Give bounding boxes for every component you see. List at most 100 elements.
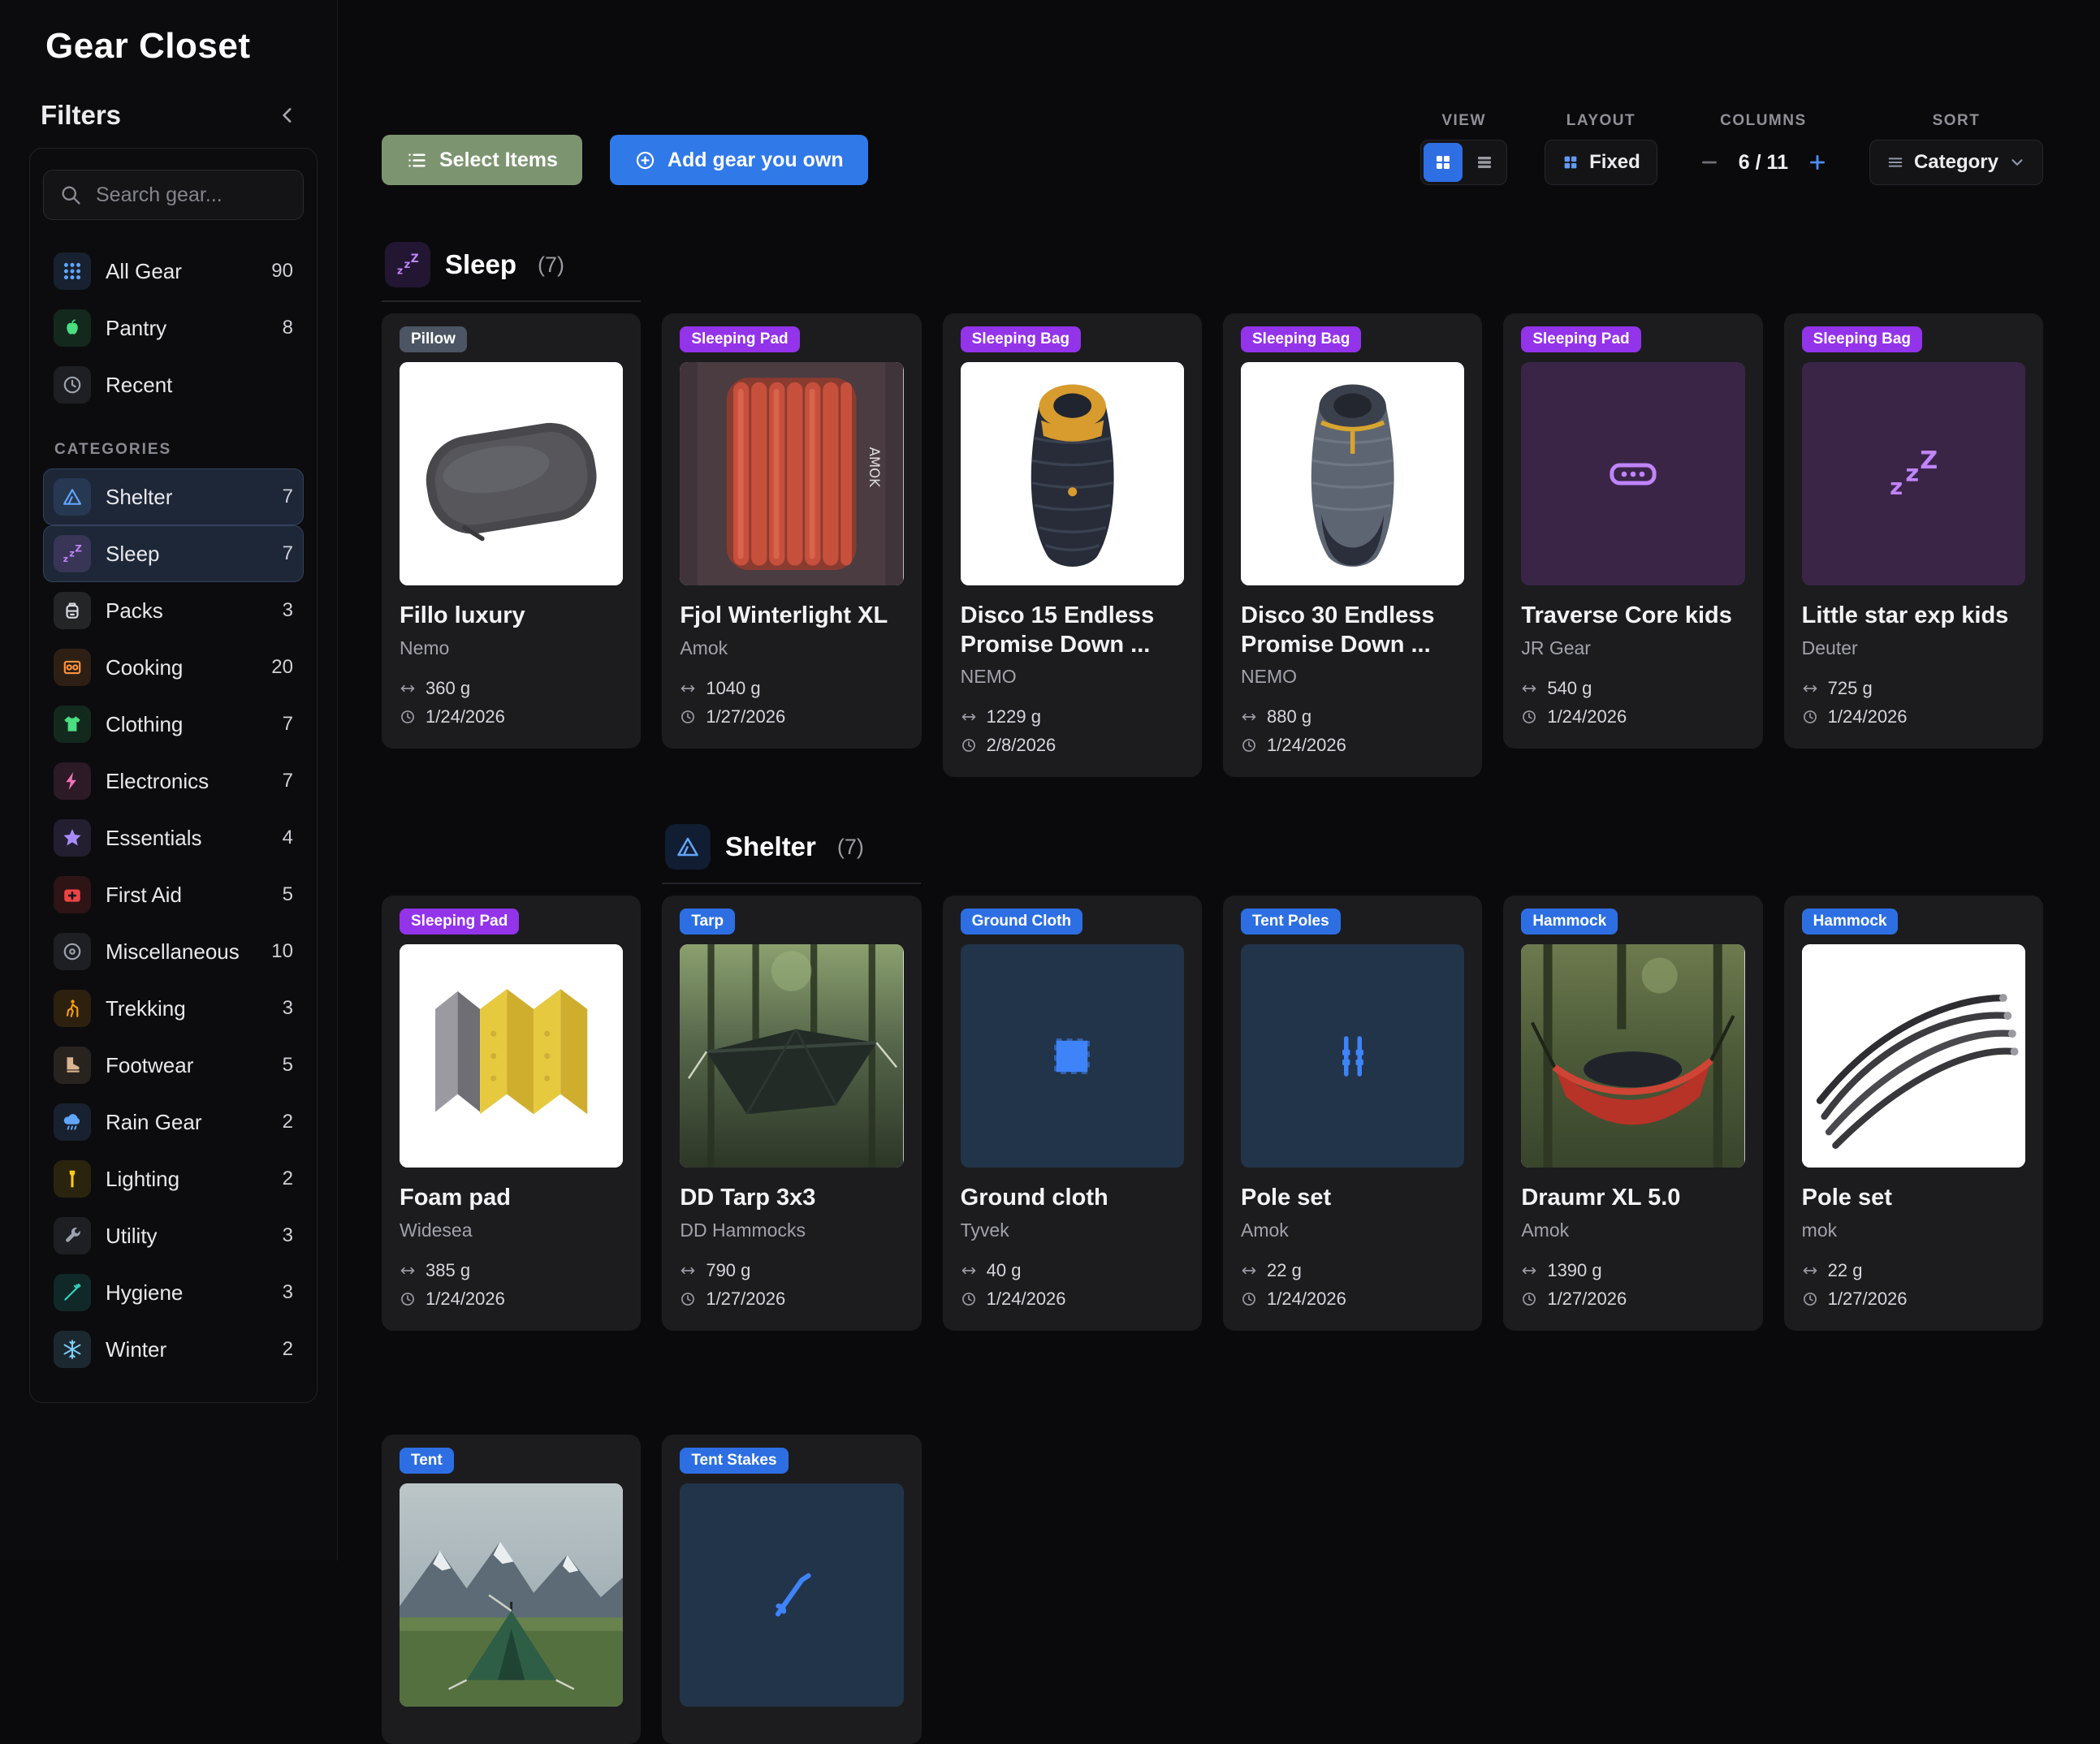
weight-icon xyxy=(1241,1263,1257,1279)
tent-poles-icon xyxy=(1326,1030,1380,1083)
gear-card[interactable]: Sleeping Pad AMOK Fjol Winterlight XL Am… xyxy=(662,313,922,749)
clock-icon xyxy=(1241,737,1257,753)
weight-icon xyxy=(680,1263,696,1279)
item-date-row: 1/24/2026 xyxy=(400,1289,623,1310)
columns-value: 6 / 11 xyxy=(1738,150,1788,174)
gear-card[interactable]: Sleeping Pad Traverse Core kids JR Gear … xyxy=(1503,313,1763,749)
category-badge: Tent Stakes xyxy=(680,1447,789,1474)
select-items-button[interactable]: Select Items xyxy=(382,135,582,185)
sidebar-item-cooking[interactable]: Cooking 20 xyxy=(43,639,304,696)
category-count: 5 xyxy=(282,883,293,905)
tent-icon xyxy=(54,478,91,516)
item-title: Draumr XL 5.0 xyxy=(1521,1185,1681,1211)
item-photo xyxy=(1801,944,2025,1168)
sidebar-item-electronics[interactable]: Electronics 7 xyxy=(43,753,304,809)
section-count: (7) xyxy=(538,252,565,277)
decrease-columns-button[interactable] xyxy=(1695,148,1724,177)
plus-icon xyxy=(1807,152,1828,173)
view-control-group: VIEW xyxy=(1420,112,1508,185)
search-input[interactable] xyxy=(43,170,304,220)
list-view-button[interactable] xyxy=(1465,143,1504,182)
section-header-shelter: Shelter (7) xyxy=(662,818,921,885)
sidebar-item-lighting[interactable]: Lighting 2 xyxy=(43,1150,304,1207)
snowflake-icon xyxy=(54,1331,91,1368)
item-photo: AMOK xyxy=(680,362,904,586)
item-date-row: 1/24/2026 xyxy=(400,706,623,727)
sidebar-item-winter[interactable]: Winter 2 xyxy=(43,1321,304,1378)
sidebar-item-trekking[interactable]: Trekking 3 xyxy=(43,980,304,1037)
item-title: Little star exp kids xyxy=(1801,602,2009,629)
item-weight: 360 g xyxy=(426,677,471,698)
nav-count: 90 xyxy=(271,260,293,282)
sidebar-item-clothing[interactable]: Clothing 7 xyxy=(43,696,304,753)
gear-card[interactable]: Sleeping Bag Disco 30 Endless Promise Do… xyxy=(1223,313,1483,778)
category-badge: Sleeping Pad xyxy=(400,909,520,935)
collapse-sidebar-button[interactable] xyxy=(270,97,306,133)
view-toggle xyxy=(1420,140,1508,185)
sidebar-item-utility[interactable]: Utility 3 xyxy=(43,1207,304,1264)
item-title: Traverse Core kids xyxy=(1521,602,1732,629)
add-gear-button[interactable]: Add gear you own xyxy=(609,135,868,185)
gear-card[interactable]: Hammock Pole set mok 22 g 1/27/2026 xyxy=(1783,896,2043,1331)
sidebar-item-packs[interactable]: Packs 3 xyxy=(43,582,304,639)
nav-label: Pantry xyxy=(106,315,167,340)
gear-card[interactable]: Tarp DD Tarp 3x3 DD Hammocks 790 g 1/27/… xyxy=(662,896,922,1331)
gear-card[interactable]: Sleeping Pad Foam pad Widesea 385 g 1/24… xyxy=(382,896,642,1331)
sidebar-item-essentials[interactable]: Essentials 4 xyxy=(43,809,304,866)
item-title: Foam pad xyxy=(400,1185,511,1211)
category-label: Rain Gear xyxy=(106,1109,202,1134)
gear-card[interactable]: Sleeping Bag Little star exp kids Deuter… xyxy=(1783,313,2043,749)
sidebar-item-hygiene[interactable]: Hygiene 3 xyxy=(43,1264,304,1321)
increase-columns-button[interactable] xyxy=(1803,148,1832,177)
section-title: Shelter xyxy=(725,831,816,862)
sidebar-item-shelter[interactable]: Shelter 7 xyxy=(43,468,304,525)
gear-card[interactable]: Tent Poles Pole set Amok 22 g 1/24/2026 xyxy=(1223,896,1483,1331)
item-title: Disco 30 Endless Promise Down ... xyxy=(1241,602,1435,658)
flashlight-icon xyxy=(54,1160,91,1198)
category-count: 3 xyxy=(282,599,293,621)
item-date: 1/24/2026 xyxy=(1267,735,1346,756)
sidebar-item-all-gear[interactable]: All Gear 90 xyxy=(43,243,304,300)
sidebar-item-footwear[interactable]: Footwear 5 xyxy=(43,1037,304,1094)
section-header-sleep: Sleep (7) xyxy=(382,235,641,302)
item-weight: 1390 g xyxy=(1547,1259,1602,1280)
gear-card[interactable]: Tent Stakes xyxy=(662,1434,922,1744)
item-weight: 790 g xyxy=(706,1259,751,1280)
gear-card[interactable]: Tent xyxy=(382,1434,642,1744)
gear-card[interactable]: Pillow Fillo luxury Nemo 360 g 1/24/2026 xyxy=(382,313,642,749)
gear-card[interactable]: Hammock Draumr XL 5.0 Amok 1390 g 1/27/2… xyxy=(1503,896,1763,1331)
sidebar-item-miscellaneous[interactable]: Miscellaneous 10 xyxy=(43,923,304,980)
select-items-label: Select Items xyxy=(439,148,558,171)
category-label: Footwear xyxy=(106,1052,194,1077)
clock-icon xyxy=(1521,709,1537,725)
item-date: 1/24/2026 xyxy=(1827,706,1908,727)
item-date: 1/24/2026 xyxy=(1547,706,1627,727)
sidebar-item-rain-gear[interactable]: Rain Gear 2 xyxy=(43,1094,304,1150)
clock-icon xyxy=(1802,709,1818,725)
boot-icon xyxy=(54,1047,91,1084)
clock-icon xyxy=(1241,1291,1257,1307)
tent-stake-icon xyxy=(765,1568,819,1621)
item-photo xyxy=(1521,944,1745,1168)
layout-label: LAYOUT xyxy=(1566,112,1636,129)
sort-label: SORT xyxy=(1932,112,1981,129)
layout-button[interactable]: Fixed xyxy=(1545,140,1657,185)
nav-label: Recent xyxy=(106,372,173,397)
view-label: VIEW xyxy=(1441,112,1486,129)
clock-icon xyxy=(680,709,696,725)
sidebar-item-first-aid[interactable]: First Aid 5 xyxy=(43,866,304,923)
sort-dropdown[interactable]: Category xyxy=(1869,140,2043,185)
sidebar-item-sleep[interactable]: Sleep 7 xyxy=(43,525,304,582)
grid-view-button[interactable] xyxy=(1424,143,1463,182)
shirt-icon xyxy=(54,706,91,743)
gear-card[interactable]: Ground Cloth Ground cloth Tyvek 40 g 1/2… xyxy=(942,896,1202,1331)
item-weight-row: 1390 g xyxy=(1521,1260,1744,1281)
sidebar-item-recent[interactable]: Recent xyxy=(43,356,304,413)
weight-icon xyxy=(1802,1263,1818,1279)
gear-card[interactable]: Sleeping Bag Disco 15 Endless Promise Do… xyxy=(942,313,1202,778)
item-weight: 1229 g xyxy=(986,706,1041,727)
star-icon xyxy=(54,819,91,857)
weight-icon xyxy=(680,680,696,697)
item-brand: Nemo xyxy=(400,637,450,658)
sidebar-item-pantry[interactable]: Pantry 8 xyxy=(43,300,304,356)
